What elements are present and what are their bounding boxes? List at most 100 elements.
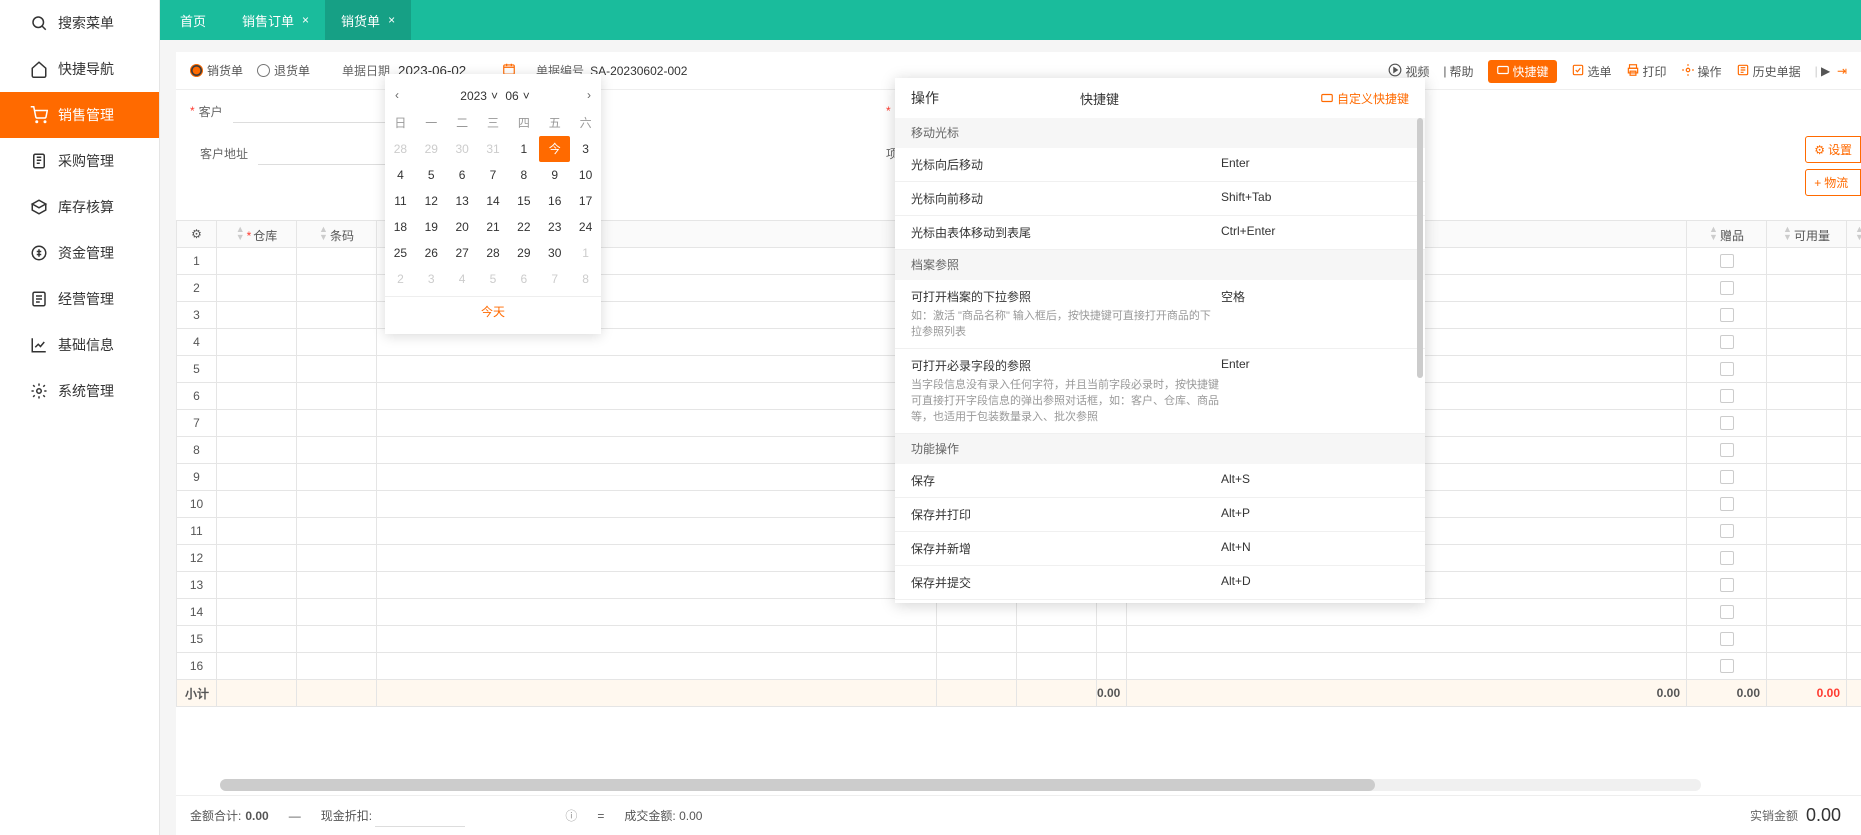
calendar-day[interactable]: 16 [539,188,570,214]
sidebar-item-2[interactable]: 销售管理 [0,92,159,138]
calendar-day[interactable]: 30 [539,240,570,266]
logistics-btn[interactable]: +物流 [1805,169,1861,196]
calendar-day[interactable]: 6 [447,162,478,188]
calendar-day[interactable]: 25 [385,240,416,266]
calendar-day[interactable]: 13 [447,188,478,214]
sidebar-item-1[interactable]: 快捷导航 [0,46,159,92]
tab-1[interactable]: 销售订单× [226,0,325,40]
form-overflow-menu[interactable]: ··· [1837,146,1849,160]
table-row[interactable]: 16 [177,653,1861,680]
gift-checkbox[interactable] [1720,659,1734,673]
col-header-0[interactable]: ⚙ [177,221,217,248]
tab-0[interactable]: 首页 [160,0,226,40]
toolbar-expand[interactable]: | ▶ ⇥ [1815,64,1847,78]
select-btn[interactable]: 选单 [1571,63,1612,80]
col-header-1[interactable]: ▲▼*仓库 [217,221,297,248]
sidebar-item-8[interactable]: 系统管理 [0,368,159,414]
gift-checkbox[interactable] [1720,632,1734,646]
sidebar-item-3[interactable]: 采购管理 [0,138,159,184]
gift-checkbox[interactable] [1720,416,1734,430]
setting-btn[interactable]: ⚙设置 [1805,136,1861,163]
col-header-8[interactable]: ▲▼赠品 [1687,221,1767,248]
calendar-day[interactable]: 3 [416,266,447,292]
calendar-day[interactable]: 1 [508,136,539,162]
calendar-prev[interactable]: ‹ [395,88,399,102]
sidebar-item-6[interactable]: 经营管理 [0,276,159,322]
gift-checkbox[interactable] [1720,308,1734,322]
calendar-day[interactable]: 7 [478,162,509,188]
calendar-day[interactable]: 10 [570,162,601,188]
history-btn[interactable]: 历史单据 [1736,63,1801,80]
calendar-day[interactable]: 8 [508,162,539,188]
sidebar-item-0[interactable]: 搜索菜单 [0,0,159,46]
gift-checkbox[interactable] [1720,389,1734,403]
print-btn[interactable]: 打印 [1626,63,1667,80]
gift-checkbox[interactable] [1720,443,1734,457]
calendar-next[interactable]: › [587,88,591,102]
calendar-day[interactable]: 7 [539,266,570,292]
calendar-day[interactable]: 5 [478,266,509,292]
calendar-year-month[interactable]: 2023˅ 06˅ [456,89,529,103]
calendar-day[interactable]: 30 [447,136,478,162]
calendar-day[interactable]: 6 [508,266,539,292]
calendar-day[interactable]: 12 [416,188,447,214]
help-btn[interactable]: |帮助 [1443,63,1473,80]
calendar-day[interactable]: 3 [570,136,601,162]
info-icon[interactable]: ⓘ [565,807,577,824]
gift-checkbox[interactable] [1720,497,1734,511]
calendar-day[interactable]: 28 [385,136,416,162]
calendar-day[interactable]: 4 [447,266,478,292]
action-btn[interactable]: 操作 [1681,63,1722,80]
calendar-day[interactable]: 2 [385,266,416,292]
calendar-day[interactable]: 19 [416,214,447,240]
col-header-2[interactable]: ▲▼条码 [297,221,377,248]
calendar-day[interactable]: 26 [416,240,447,266]
shortcut-btn[interactable]: 快捷键 [1488,60,1557,83]
gift-checkbox[interactable] [1720,605,1734,619]
calendar-day[interactable]: 22 [508,214,539,240]
calendar-day[interactable]: 31 [478,136,509,162]
video-btn[interactable]: 视频 [1388,63,1429,80]
calendar-day[interactable]: 8 [570,266,601,292]
radio-ship[interactable]: 销货单 [190,62,243,79]
calendar-day[interactable]: 9 [539,162,570,188]
tab-2[interactable]: 销货单× [325,0,411,40]
calendar-day[interactable]: 20 [447,214,478,240]
calendar-day[interactable]: 21 [478,214,509,240]
calendar-day[interactable]: 18 [385,214,416,240]
calendar-day[interactable]: 1 [570,240,601,266]
calendar-day[interactable]: 24 [570,214,601,240]
custom-shortcut-btn[interactable]: 自定义快捷键 [1320,90,1409,107]
gear-icon[interactable]: ⚙ [191,227,202,241]
calendar-day[interactable]: 11 [385,188,416,214]
calendar-day[interactable]: 14 [478,188,509,214]
gift-checkbox[interactable] [1720,524,1734,538]
col-header-10[interactable]: ▲▼交 [1847,221,1861,248]
horizontal-scrollbar[interactable] [220,779,1701,791]
calendar-day[interactable]: 29 [416,136,447,162]
gift-checkbox[interactable] [1720,362,1734,376]
gift-checkbox[interactable] [1720,281,1734,295]
shortcut-scrollbar[interactable] [1417,118,1423,601]
calendar-day[interactable]: 4 [385,162,416,188]
gift-checkbox[interactable] [1720,551,1734,565]
calendar-day[interactable]: 今 [539,136,570,162]
sidebar-item-5[interactable]: 资金管理 [0,230,159,276]
close-icon[interactable]: × [302,13,309,27]
discount-input[interactable] [375,805,465,827]
calendar-day[interactable]: 29 [508,240,539,266]
table-row[interactable]: 15 [177,626,1861,653]
gift-checkbox[interactable] [1720,578,1734,592]
gift-checkbox[interactable] [1720,470,1734,484]
close-icon[interactable]: × [388,13,395,27]
calendar-day[interactable]: 15 [508,188,539,214]
calendar-day[interactable]: 23 [539,214,570,240]
sidebar-item-7[interactable]: 基础信息 [0,322,159,368]
calendar-today-btn[interactable]: 今天 [385,296,601,326]
sidebar-item-4[interactable]: 库存核算 [0,184,159,230]
calendar-day[interactable]: 5 [416,162,447,188]
calendar-day[interactable]: 28 [478,240,509,266]
radio-return[interactable]: 退货单 [257,62,310,79]
col-header-9[interactable]: ▲▼可用量 [1767,221,1847,248]
gift-checkbox[interactable] [1720,335,1734,349]
